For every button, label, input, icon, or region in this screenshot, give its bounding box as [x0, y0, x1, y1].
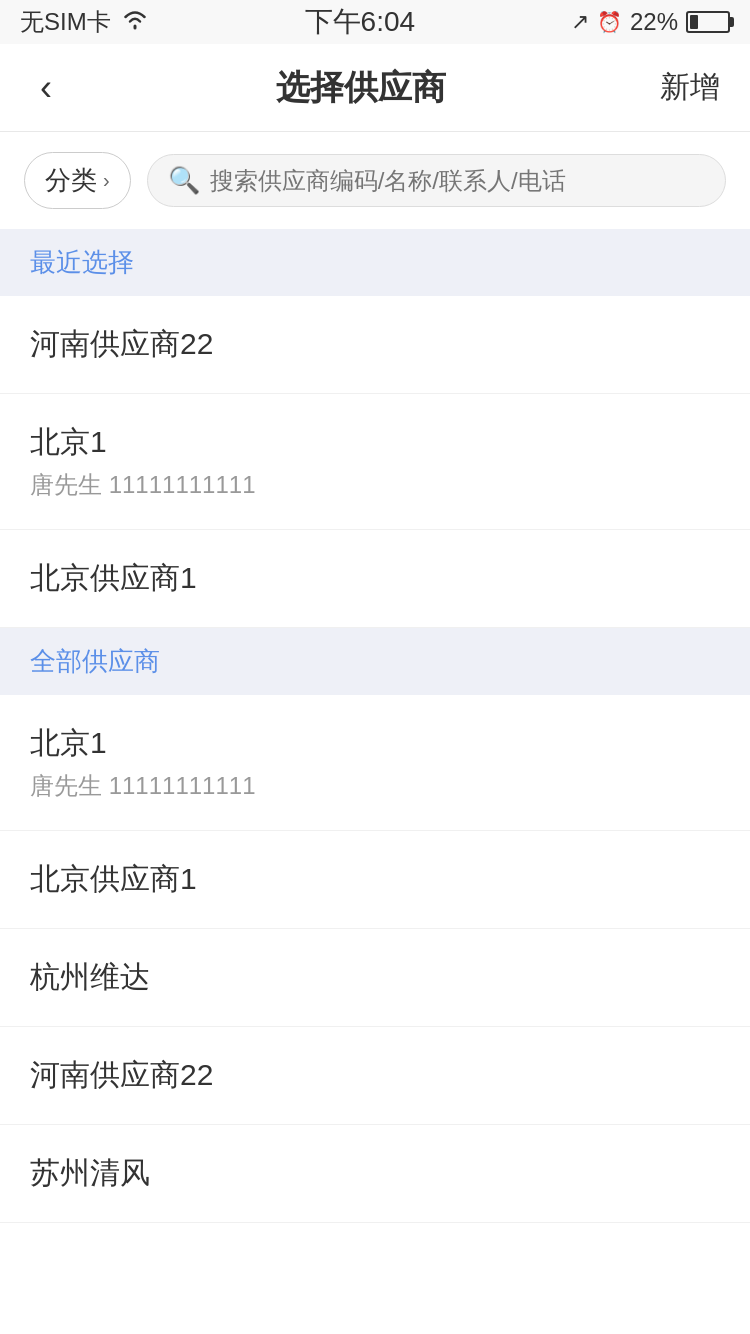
item-name: 苏州清风 — [30, 1153, 720, 1194]
item-name: 北京1 — [30, 422, 720, 463]
item-sub: 唐先生 11111111111 — [30, 469, 720, 501]
list-item[interactable]: 北京1 唐先生 11111111111 — [0, 695, 750, 831]
recent-items-list: 河南供应商22 北京1 唐先生 11111111111 北京供应商1 — [0, 296, 750, 628]
status-right: ↗ ⏰ 22% — [571, 8, 730, 36]
alarm-icon: ⏰ — [597, 10, 622, 34]
search-input[interactable] — [210, 167, 705, 195]
item-name: 河南供应商22 — [30, 1055, 720, 1096]
status-left: 无SIM卡 — [20, 6, 149, 38]
item-name: 北京供应商1 — [30, 558, 720, 599]
item-name: 杭州维达 — [30, 957, 720, 998]
list-item[interactable]: 北京1 唐先生 11111111111 — [0, 394, 750, 530]
list-item[interactable]: 河南供应商22 — [0, 1027, 750, 1125]
category-label: 分类 — [45, 163, 97, 198]
all-items-list: 北京1 唐先生 11111111111 北京供应商1 杭州维达河南供应商22 苏州清风 — [0, 695, 750, 1223]
battery-icon — [686, 11, 730, 33]
item-sub: 唐先生 11111111111 — [30, 770, 720, 802]
wifi-icon — [121, 8, 149, 36]
search-icon: 🔍 — [168, 165, 200, 196]
list-item[interactable]: 北京供应商1 — [0, 831, 750, 929]
category-filter-button[interactable]: 分类 › — [24, 152, 131, 209]
item-name: 北京1 — [30, 723, 720, 764]
add-button[interactable]: 新增 — [660, 67, 720, 108]
list-item[interactable]: 苏州清风 — [0, 1125, 750, 1223]
page-title: 选择供应商 — [276, 65, 446, 111]
status-bar: 无SIM卡 下午6:04 ↗ ⏰ 22% — [0, 0, 750, 44]
back-button[interactable]: ‹ — [30, 57, 62, 119]
list-item[interactable]: 河南供应商22 — [0, 296, 750, 394]
filter-bar: 分类 › 🔍 — [0, 132, 750, 229]
nav-bar: ‹ 选择供应商 新增 — [0, 44, 750, 132]
list-item[interactable]: 北京供应商1 — [0, 530, 750, 628]
all-section-header: 全部供应商 — [0, 628, 750, 695]
list-item[interactable]: 杭州维达 — [0, 929, 750, 1027]
chevron-right-icon: › — [103, 169, 110, 192]
recent-section-label: 最近选择 — [30, 247, 134, 277]
item-name: 河南供应商22 — [30, 324, 720, 365]
carrier-text: 无SIM卡 — [20, 6, 111, 38]
item-name: 北京供应商1 — [30, 859, 720, 900]
recent-section-header: 最近选择 — [0, 229, 750, 296]
battery-percent: 22% — [630, 8, 678, 36]
location-icon: ↗ — [571, 9, 589, 35]
all-section-label: 全部供应商 — [30, 646, 160, 676]
search-box[interactable]: 🔍 — [147, 154, 726, 207]
status-time: 下午6:04 — [305, 3, 416, 41]
